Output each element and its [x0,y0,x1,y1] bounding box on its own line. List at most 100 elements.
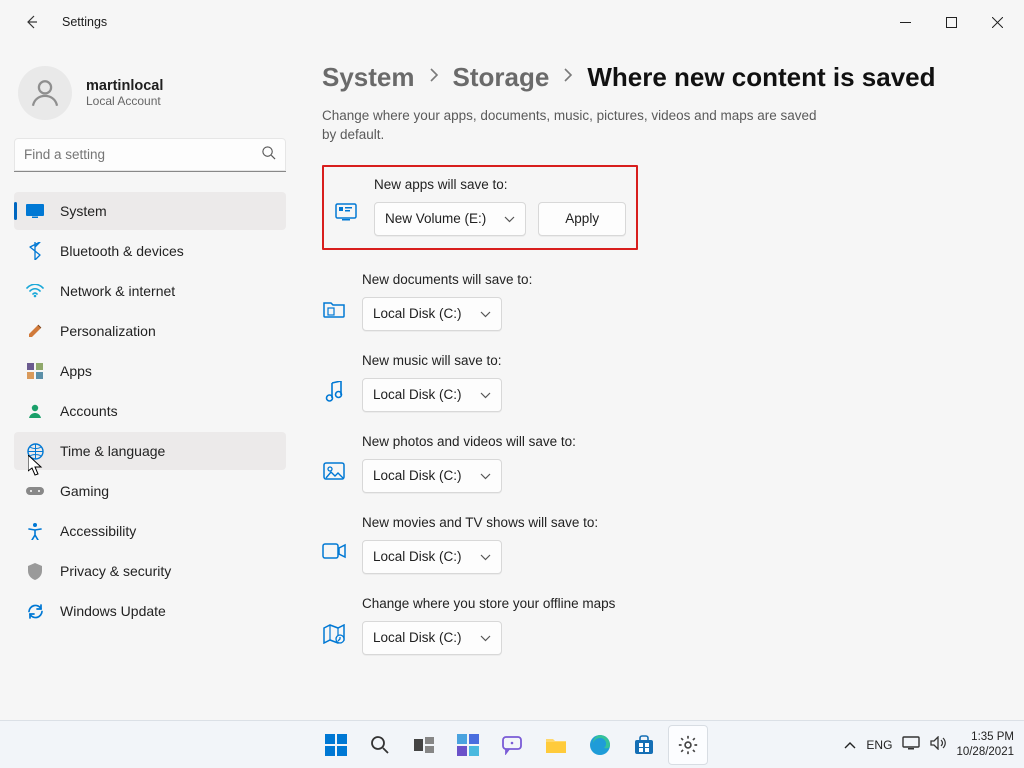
titlebar: Settings [0,0,1024,44]
dropdown-value: Local Disk (C:) [373,306,462,321]
widgets[interactable] [448,725,488,765]
chat-icon [502,735,522,755]
task-view[interactable] [404,725,444,765]
documents-location-dropdown[interactable]: Local Disk (C:) [362,297,502,331]
gear-icon [677,734,699,756]
taskbar[interactable]: ENG 1:35 PM 10/28/2021 [0,720,1024,768]
group-label: New documents will save to: [362,272,994,287]
arrow-left-icon [24,14,40,30]
breadcrumb-storage[interactable]: Storage [453,62,550,93]
sidebar-item-accounts[interactable]: Accounts [14,392,286,430]
chevron-down-icon [480,549,491,564]
sidebar-item-apps[interactable]: Apps [14,352,286,390]
minimize-button[interactable] [882,6,928,38]
display-icon [26,202,44,220]
monitor-icon [902,736,920,750]
shield-icon [26,562,44,580]
apps-location-dropdown[interactable]: New Volume (E:) [374,202,526,236]
maximize-button[interactable] [928,6,974,38]
maximize-icon [946,17,957,28]
dropdown-value: Local Disk (C:) [373,468,462,483]
avatar [18,66,72,120]
taskbar-search[interactable] [360,725,400,765]
bluetooth-icon [26,242,44,260]
group-label: New photos and videos will save to: [362,434,994,449]
chevron-down-icon [480,468,491,483]
search-icon [261,145,276,165]
folder-icon [322,300,346,318]
sidebar-item-windows-update[interactable]: Windows Update [14,592,286,630]
store-icon [634,735,654,755]
dropdown-value: Local Disk (C:) [373,387,462,402]
paintbrush-icon [26,322,44,340]
taskbar-chat[interactable] [492,725,532,765]
sidebar-item-accessibility[interactable]: Accessibility [14,512,286,550]
movies-location-dropdown[interactable]: Local Disk (C:) [362,540,502,574]
update-icon [26,602,44,620]
account-block[interactable]: martinlocal Local Account [18,66,286,120]
nav-menu: System Bluetooth & devices Network & int… [14,192,286,630]
sidebar-item-label: Personalization [60,323,156,339]
chevron-up-icon [844,741,856,749]
sidebar-item-network[interactable]: Network & internet [14,272,286,310]
account-sub: Local Account [86,94,163,108]
chevron-down-icon [480,306,491,321]
sidebar-item-system[interactable]: System [14,192,286,230]
taskbar-clock[interactable]: 1:35 PM 10/28/2021 [956,730,1014,759]
dropdown-value: Local Disk (C:) [373,549,462,564]
speaker-icon [930,736,946,750]
search-box[interactable] [14,138,286,172]
tray-volume[interactable] [930,736,946,753]
edge-browser[interactable] [580,725,620,765]
sidebar-item-bluetooth[interactable]: Bluetooth & devices [14,232,286,270]
sidebar-item-label: Bluetooth & devices [60,243,184,259]
group-label: New music will save to: [362,353,994,368]
windows-logo-icon [325,734,347,756]
sidebar-item-label: Accounts [60,403,118,419]
folder-icon [545,736,567,754]
chevron-right-icon [563,68,573,87]
dropdown-value: Local Disk (C:) [373,630,462,645]
wifi-icon [26,282,44,300]
tray-overflow[interactable] [844,738,856,752]
settings-app[interactable] [668,725,708,765]
music-location-dropdown[interactable]: Local Disk (C:) [362,378,502,412]
tray-network[interactable] [902,736,920,753]
app-box-icon [334,203,358,223]
file-explorer[interactable] [536,725,576,765]
group-label: Change where you store your offline maps [362,596,994,611]
sidebar-item-time-language[interactable]: Time & language [14,432,286,470]
window-title: Settings [62,15,107,29]
widgets-icon [457,734,479,756]
map-icon [322,624,346,644]
page-description: Change where your apps, documents, music… [322,107,822,145]
group-photos: New photos and videos will save to: Loca… [322,434,994,493]
video-icon [322,543,346,559]
photos-location-dropdown[interactable]: Local Disk (C:) [362,459,502,493]
group-movies: New movies and TV shows will save to: Lo… [322,515,994,574]
sidebar-item-gaming[interactable]: Gaming [14,472,286,510]
language-indicator[interactable]: ENG [866,738,892,752]
sidebar-item-privacy[interactable]: Privacy & security [14,552,286,590]
music-note-icon [322,381,346,403]
maps-location-dropdown[interactable]: Local Disk (C:) [362,621,502,655]
highlighted-setting: New apps will save to: New Volume (E:) A… [322,165,638,250]
breadcrumb-system[interactable]: System [322,62,415,93]
microsoft-store[interactable] [624,725,664,765]
group-apps: New apps will save to: New Volume (E:) A… [334,177,626,236]
image-icon [322,462,346,480]
start-button[interactable] [316,725,356,765]
sidebar-item-personalization[interactable]: Personalization [14,312,286,350]
close-button[interactable] [974,6,1020,38]
back-button[interactable] [22,12,42,32]
close-icon [992,17,1003,28]
search-input[interactable] [14,138,286,172]
sidebar-item-label: Network & internet [60,283,175,299]
sidebar-item-label: Accessibility [60,523,136,539]
edge-icon [589,734,611,756]
sidebar-item-label: Time & language [60,443,165,459]
group-documents: New documents will save to: Local Disk (… [322,272,994,331]
apply-button[interactable]: Apply [538,202,626,236]
chevron-right-icon [429,68,439,87]
task-view-icon [414,737,434,753]
